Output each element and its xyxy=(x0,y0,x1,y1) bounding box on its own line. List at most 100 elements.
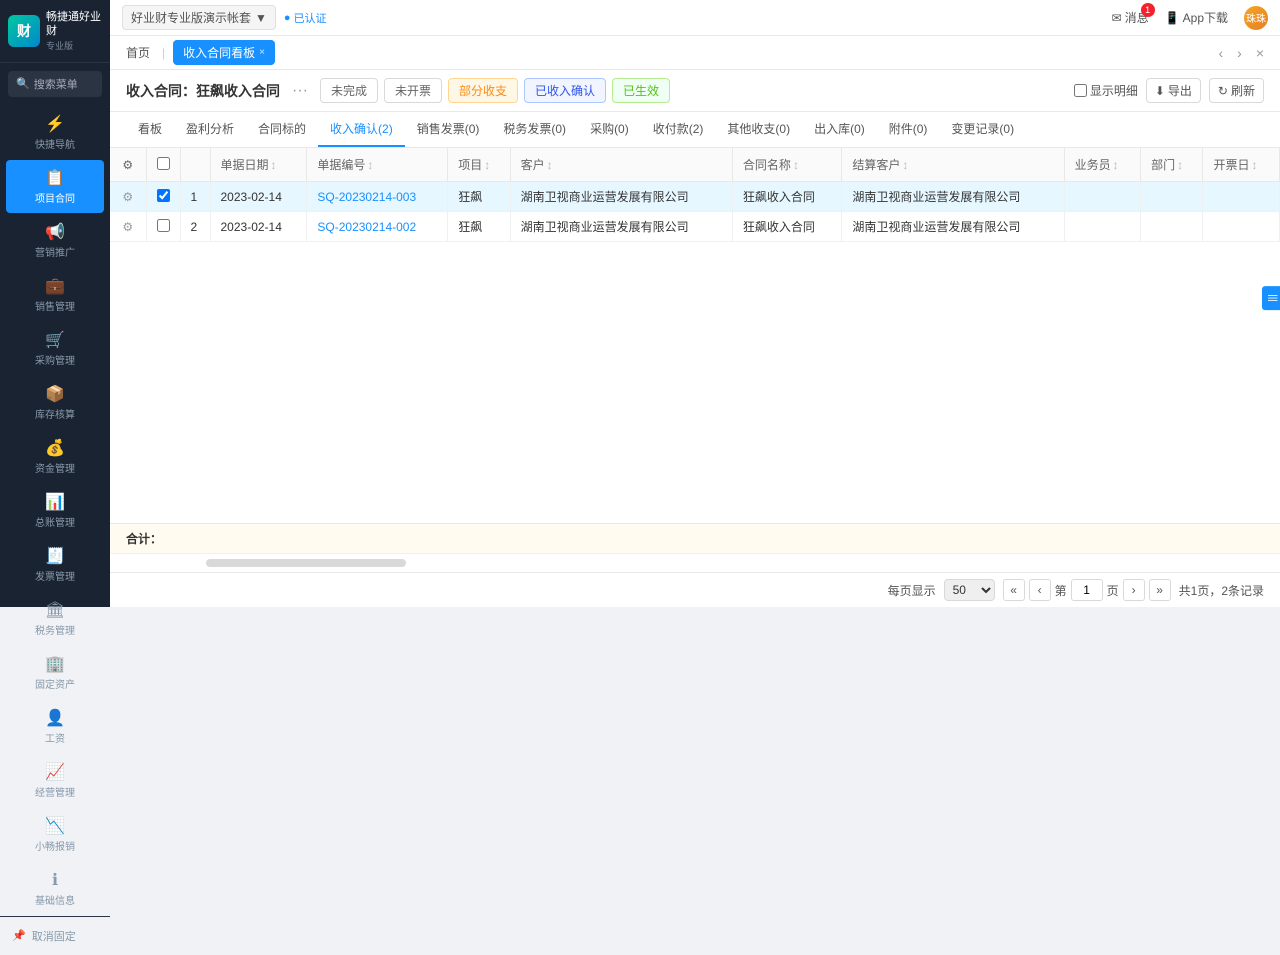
sort-icon-open_date: ↕ xyxy=(1251,158,1257,172)
separator: | xyxy=(162,46,165,60)
status-btn-2[interactable]: 部分收支 xyxy=(448,78,518,103)
page-number-input[interactable] xyxy=(1071,579,1103,601)
cell-check[interactable] xyxy=(146,212,180,242)
last-page-button[interactable]: » xyxy=(1149,579,1171,601)
inner-tab-8[interactable]: 其他收支(0) xyxy=(715,112,802,147)
sidebar-icon-13: 📉 xyxy=(45,816,65,836)
cell-index: 1 xyxy=(180,182,210,212)
sidebar-item-14[interactable]: ℹ基础信息 xyxy=(6,862,104,915)
sidebar-item-8[interactable]: 🧾发票管理 xyxy=(6,538,104,591)
user-avatar-area[interactable]: 珠珠 xyxy=(1244,6,1268,30)
tab-home[interactable]: 首页 xyxy=(122,44,154,61)
gear-header-icon[interactable]: ⚙ xyxy=(122,158,133,172)
sidebar-item-1[interactable]: 📋项目合同 xyxy=(6,160,104,213)
sort-icon-project: ↕ xyxy=(484,158,490,172)
export-button[interactable]: ⬇ 导出 xyxy=(1146,78,1201,103)
row-checkbox[interactable] xyxy=(157,219,170,232)
inner-tab-11[interactable]: 变更记录(0) xyxy=(939,112,1026,147)
col-header-contract_name[interactable]: 合同名称↕ xyxy=(732,148,841,182)
sort-icon-result_customer: ↕ xyxy=(902,158,908,172)
sidebar-search-area: 🔍 搜索菜单 xyxy=(0,63,110,105)
next-page-button[interactable]: › xyxy=(1123,579,1145,601)
row-gear-icon[interactable]: ⚙ xyxy=(122,220,133,234)
prev-page-button[interactable]: ‹ xyxy=(1029,579,1051,601)
cell-gear[interactable]: ⚙ xyxy=(110,182,146,212)
first-page-button[interactable]: « xyxy=(1003,579,1025,601)
status-btn-1[interactable]: 未开票 xyxy=(384,78,442,103)
inner-tab-1[interactable]: 盈利分析 xyxy=(174,112,246,147)
sidebar-item-6[interactable]: 💰资金管理 xyxy=(6,430,104,483)
inner-tab-2[interactable]: 合同标的 xyxy=(246,112,318,147)
sidebar-icon-3: 💼 xyxy=(45,276,65,296)
sidebar-item-11[interactable]: 👤工资 xyxy=(6,700,104,753)
sidebar-item-0[interactable]: ⚡快捷导航 xyxy=(6,106,104,159)
status-btn-0[interactable]: 未完成 xyxy=(320,78,378,103)
data-table: ⚙ 单据日期↕单据编号↕项目↕客户↕合同名称↕结算客户↕业务员↕部门↕开票日↕ ⚙… xyxy=(110,148,1280,242)
col-header-department[interactable]: 部门↕ xyxy=(1141,148,1203,182)
cell-number[interactable]: SQ-20230214-003 xyxy=(307,182,448,212)
user-avatar: 珠珠 xyxy=(1244,6,1268,30)
sidebar-label-5: 库存核算 xyxy=(35,406,75,421)
cell-check[interactable] xyxy=(146,182,180,212)
inner-tab-0[interactable]: 看板 xyxy=(126,112,174,147)
inner-tab-5[interactable]: 税务发票(0) xyxy=(491,112,578,147)
sidebar-item-9[interactable]: 🏛税务管理 xyxy=(6,592,104,645)
row-checkbox[interactable] xyxy=(157,189,170,202)
row-gear-icon[interactable]: ⚙ xyxy=(122,190,133,204)
active-tab[interactable]: 收入合同看板 × xyxy=(173,40,275,65)
col-header-open_date[interactable]: 开票日↕ xyxy=(1203,148,1280,182)
sidebar-item-10[interactable]: 🏢固定资产 xyxy=(6,646,104,699)
col-header-date[interactable]: 单据日期↕ xyxy=(210,148,307,182)
inner-tab-10[interactable]: 附件(0) xyxy=(877,112,940,147)
table-row[interactable]: ⚙22023-02-14SQ-20230214-002狂飙湖南卫视商业运营发展有… xyxy=(110,212,1280,242)
show-detail-input[interactable] xyxy=(1074,84,1087,97)
more-options-button[interactable]: ··· xyxy=(292,82,308,100)
col-header-number[interactable]: 单据编号↕ xyxy=(307,148,448,182)
status-btn-3[interactable]: 已收入确认 xyxy=(524,78,606,103)
record-link[interactable]: SQ-20230214-002 xyxy=(317,220,416,234)
sidebar-label-13: 小畅报销 xyxy=(35,838,75,853)
inner-tab-4[interactable]: 销售发票(0) xyxy=(405,112,492,147)
right-sidebar-toggle[interactable]: ||| xyxy=(1262,286,1280,310)
horizontal-scrollbar[interactable] xyxy=(206,559,406,567)
tab-prev-button[interactable]: ‹ xyxy=(1214,43,1227,63)
sidebar-item-4[interactable]: 🛒采购管理 xyxy=(6,322,104,375)
inner-tab-6[interactable]: 采购(0) xyxy=(578,112,641,147)
record-link[interactable]: SQ-20230214-003 xyxy=(317,190,416,204)
col-header-salesperson[interactable]: 业务员↕ xyxy=(1064,148,1140,182)
tab-close-all-button[interactable]: × xyxy=(1252,43,1268,63)
company-selector[interactable]: 好业财专业版演示帐套 ▼ xyxy=(122,5,276,30)
sidebar-item-12[interactable]: 📈经营管理 xyxy=(6,754,104,807)
sort-icon-date: ↕ xyxy=(271,158,277,172)
sidebar-item-3[interactable]: 💼销售管理 xyxy=(6,268,104,321)
phone-icon: 📱 xyxy=(1165,11,1180,25)
sort-icon-salesperson: ↕ xyxy=(1113,158,1119,172)
inner-tab-7[interactable]: 收付款(2) xyxy=(641,112,716,147)
select-all-checkbox[interactable] xyxy=(157,157,170,170)
header-right-actions: 显示明细 ⬇ 导出 ↻ 刷新 xyxy=(1074,78,1264,103)
message-button[interactable]: ✉ 消息 1 xyxy=(1112,9,1149,26)
search-menu-button[interactable]: 🔍 搜索菜单 xyxy=(8,71,102,97)
sidebar-item-2[interactable]: 📢营销推广 xyxy=(6,214,104,267)
sidebar-item-13[interactable]: 📉 小畅报销 xyxy=(6,808,104,861)
col-header-project[interactable]: 项目↕ xyxy=(448,148,510,182)
per-page-select[interactable]: 50 100 200 xyxy=(944,579,995,601)
refresh-button[interactable]: ↻ 刷新 xyxy=(1209,78,1264,103)
cell-gear[interactable]: ⚙ xyxy=(110,212,146,242)
table-row[interactable]: ⚙12023-02-14SQ-20230214-003狂飙湖南卫视商业运营发展有… xyxy=(110,182,1280,212)
col-header-customer[interactable]: 客户↕ xyxy=(510,148,732,182)
inner-tab-3[interactable]: 收入确认(2) xyxy=(318,112,405,147)
unpin-button[interactable]: 📌 取消固定 xyxy=(6,923,104,949)
app-download-button[interactable]: 📱 App下载 xyxy=(1165,9,1228,26)
cell-number[interactable]: SQ-20230214-002 xyxy=(307,212,448,242)
tab-next-button[interactable]: › xyxy=(1233,43,1246,63)
close-tab-button[interactable]: × xyxy=(259,47,265,58)
show-detail-checkbox[interactable]: 显示明细 xyxy=(1074,82,1138,99)
sort-icon-contract_name: ↕ xyxy=(793,158,799,172)
sidebar-icon-0: ⚡ xyxy=(45,114,65,134)
sidebar-item-7[interactable]: 📊总账管理 xyxy=(6,484,104,537)
status-btn-4[interactable]: 已生效 xyxy=(612,78,670,103)
sidebar-item-5[interactable]: 📦库存核算 xyxy=(6,376,104,429)
inner-tab-9[interactable]: 出入库(0) xyxy=(802,112,877,147)
col-header-result_customer[interactable]: 结算客户↕ xyxy=(842,148,1064,182)
